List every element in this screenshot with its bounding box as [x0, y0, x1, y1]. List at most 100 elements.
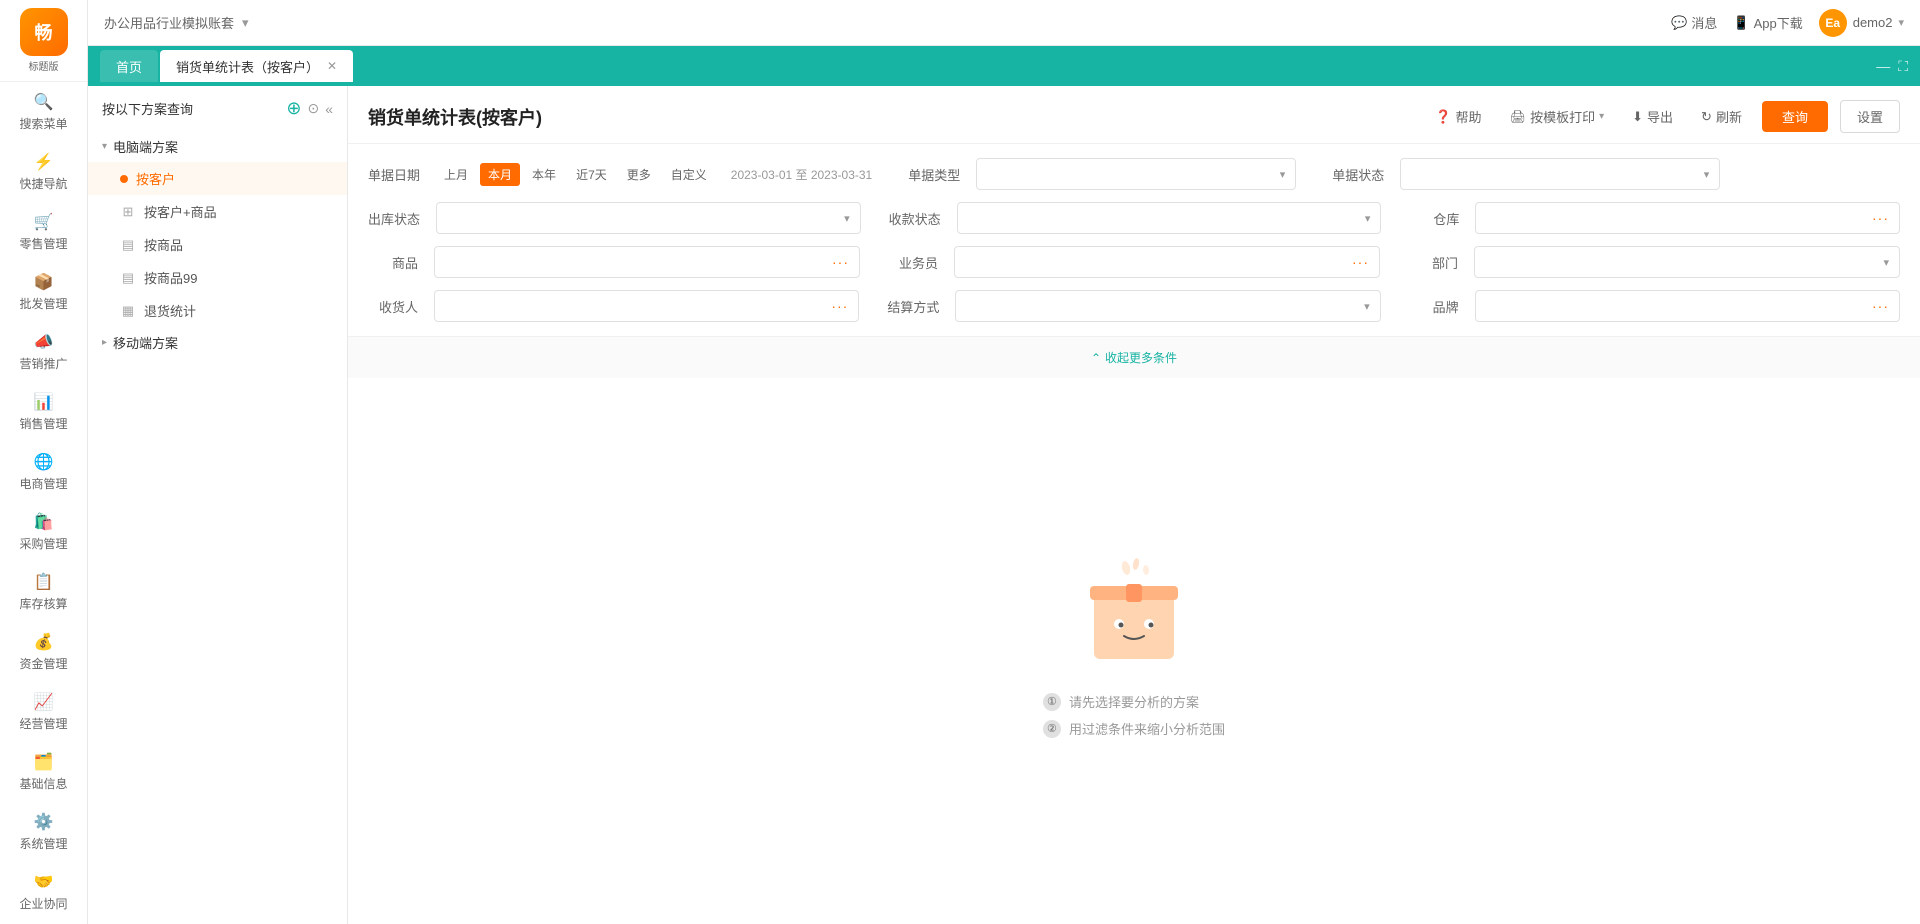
sidebar-item-system[interactable]: ⚙️ 系统管理	[15, 802, 71, 862]
sidebar-item-ecommerce[interactable]: 🌐 电商管理	[15, 442, 71, 502]
user-area[interactable]: Ea demo2 ▾	[1819, 9, 1904, 37]
sidebar-icon-wholesale: 📦	[34, 272, 54, 292]
scheme-item-product[interactable]: ▤ 按商品	[88, 228, 347, 261]
salesperson-select[interactable]: ···	[954, 246, 1380, 278]
print-btn[interactable]: 🖨 按模板打印 ▾	[1502, 103, 1613, 130]
sidebar-icon-search: 🔍	[34, 92, 54, 112]
sidebar-item-inventory[interactable]: 📋 库存核算	[15, 562, 71, 622]
date-btn-thismonth[interactable]: 本月	[480, 163, 520, 186]
date-btn-lastmonth[interactable]: 上月	[436, 163, 476, 186]
empty-hint-2: ② 用过滤条件来缩小分析范围	[1043, 719, 1225, 738]
brand-select[interactable]: ···	[1475, 290, 1900, 322]
scheme-add-icon[interactable]: ⊕	[286, 98, 301, 119]
item-table2-icon: ▤	[120, 270, 136, 286]
sidebar-icon-finance: 💰	[34, 632, 54, 652]
page-header: 销货单统计表(按客户) ❓ 帮助 🖨 按模板打印 ▾ ⬇ 导出	[348, 86, 1920, 144]
message-label: 消息	[1691, 13, 1717, 32]
right-content: 销货单统计表(按客户) ❓ 帮助 🖨 按模板打印 ▾ ⬇ 导出	[348, 86, 1920, 924]
help-btn[interactable]: ❓ 帮助	[1427, 103, 1489, 130]
tab-report[interactable]: 销货单统计表（按客户） ✕	[160, 50, 353, 82]
tabs-bar: 首页 销货单统计表（按客户） ✕ — ⛶	[88, 46, 1920, 86]
sidebar-label-system: 系统管理	[19, 835, 67, 852]
receiver-select[interactable]: ···	[434, 290, 859, 322]
empty-hint-2-text: 用过滤条件来缩小分析范围	[1069, 719, 1225, 738]
scheme-item-customer-product[interactable]: ⊞ 按客户+商品	[88, 195, 347, 228]
sidebar-label-retail: 零售管理	[19, 235, 67, 252]
tab-home[interactable]: 首页	[100, 50, 158, 82]
sidebar-item-basics[interactable]: 🗂️ 基础信息	[15, 742, 71, 802]
product-select[interactable]: ···	[434, 246, 860, 278]
item-bar-icon: ▦	[120, 303, 136, 319]
refresh-label: 刷新	[1716, 107, 1742, 126]
tab-min-icon[interactable]: —	[1876, 58, 1890, 74]
doc-status-arrow: ▾	[1704, 168, 1710, 181]
sidebar-item-enterprise[interactable]: 🤝 企业协同	[15, 862, 71, 922]
logo-area: 畅 标题版	[0, 0, 87, 82]
sidebar-item-search[interactable]: 🔍 搜索菜单	[15, 82, 71, 142]
message-btn[interactable]: 💬 消息	[1671, 13, 1717, 32]
sidebar-label-operations: 经营管理	[19, 715, 67, 732]
collapse-button[interactable]: ⌃ 收起更多条件	[1079, 345, 1189, 370]
department-label: 部门	[1408, 253, 1458, 272]
department-select[interactable]: ▾	[1474, 246, 1900, 278]
scheme-panel-title: 按以下方案查询	[102, 99, 193, 118]
empty-hint-1: ① 请先选择要分析的方案	[1043, 692, 1225, 711]
scheme-item-customer[interactable]: 按客户	[88, 162, 347, 195]
query-button[interactable]: 查询	[1762, 101, 1828, 132]
sidebar-item-purchase[interactable]: 🛍️ 采购管理	[15, 502, 71, 562]
filter-row-3: 商品 ··· 业务员 ··· 部门 ▾	[368, 246, 1900, 278]
sidebar-icon-marketing: 📣	[34, 332, 54, 352]
sidebar-icon-retail: 🛒	[34, 212, 54, 232]
sidebar-icon-purchase: 🛍️	[34, 512, 54, 532]
sidebar-item-operations[interactable]: 📈 经营管理	[15, 682, 71, 742]
tab-close-icon[interactable]: ✕	[327, 59, 337, 73]
sidebar-label-basics: 基础信息	[19, 775, 67, 792]
export-btn[interactable]: ⬇ 导出	[1624, 103, 1681, 130]
doc-status-select[interactable]: ▾	[1400, 158, 1720, 190]
group-arrow-right: ▸	[102, 337, 107, 348]
doc-type-select[interactable]: ▾	[976, 158, 1296, 190]
refresh-btn[interactable]: ↻ 刷新	[1693, 103, 1750, 130]
scheme-settings-icon[interactable]: ⊙	[307, 100, 319, 117]
sidebar-item-sales[interactable]: 📊 销售管理	[15, 382, 71, 442]
warehouse-select[interactable]: ···	[1475, 202, 1900, 234]
payment-label: 结算方式	[887, 297, 939, 316]
sidebar-item-quicknav[interactable]: ⚡ 快捷导航	[15, 142, 71, 202]
out-status-select[interactable]: ▾	[436, 202, 861, 234]
doc-type-arrow: ▾	[1280, 168, 1286, 181]
scheme-item-custprod-label: 按客户+商品	[144, 202, 217, 221]
app-download-btn[interactable]: 📱 App下载	[1733, 13, 1802, 32]
print-arrow: ▾	[1599, 111, 1604, 122]
scheme-item-product-label: 按商品	[144, 235, 183, 254]
scheme-item-product99[interactable]: ▤ 按商品99	[88, 261, 347, 294]
workspace-area: 办公用品行业模拟账套 ▾	[104, 13, 249, 32]
payment-select[interactable]: ▾	[955, 290, 1380, 322]
date-btn-thisyear[interactable]: 本年	[524, 163, 564, 186]
date-btn-custom[interactable]: 自定义	[663, 163, 715, 186]
receipt-status-select[interactable]: ▾	[957, 202, 1382, 234]
message-icon: 💬	[1671, 15, 1687, 31]
sidebar-item-finance[interactable]: 💰 资金管理	[15, 622, 71, 682]
help-label: 帮助	[1456, 107, 1482, 126]
filter-row-1: 单据日期 上月 本月 本年 近7天 更多 自定义 2023-03-01 至 20…	[368, 158, 1900, 190]
product-dots: ···	[832, 254, 849, 270]
scheme-collapse-icon[interactable]: «	[325, 101, 333, 117]
sidebar-item-marketing[interactable]: 📣 营销推广	[15, 322, 71, 382]
sidebar: 畅 标题版 🔍 搜索菜单 ⚡ 快捷导航 🛒 零售管理 📦 批发管理 📣 营销推广…	[0, 0, 88, 924]
tab-max-icon[interactable]: ⛶	[1898, 58, 1908, 75]
sidebar-item-wholesale[interactable]: 📦 批发管理	[15, 262, 71, 322]
out-status-arrow: ▾	[844, 212, 850, 225]
scheme-group-mobile-header[interactable]: ▸ 移动端方案	[88, 327, 347, 358]
scheme-group-desktop-header[interactable]: ▾ 电脑端方案	[88, 131, 347, 162]
date-btn-7days[interactable]: 近7天	[568, 163, 615, 186]
download-icon: 📱	[1733, 15, 1749, 31]
receiver-dots: ···	[831, 298, 848, 314]
filter-row-4: 收货人 ··· 结算方式 ▾ 品牌 ···	[368, 290, 1900, 322]
workspace-arrow[interactable]: ▾	[242, 15, 249, 31]
content-area: 按以下方案查询 ⊕ ⊙ « ▾ 电脑端方案 按客户	[88, 86, 1920, 924]
settings-button[interactable]: 设置	[1840, 100, 1900, 133]
date-btn-more[interactable]: 更多	[619, 163, 659, 186]
scheme-item-return[interactable]: ▦ 退货统计	[88, 294, 347, 327]
tab-report-label: 销货单统计表（按客户）	[176, 57, 319, 76]
sidebar-item-retail[interactable]: 🛒 零售管理	[15, 202, 71, 262]
